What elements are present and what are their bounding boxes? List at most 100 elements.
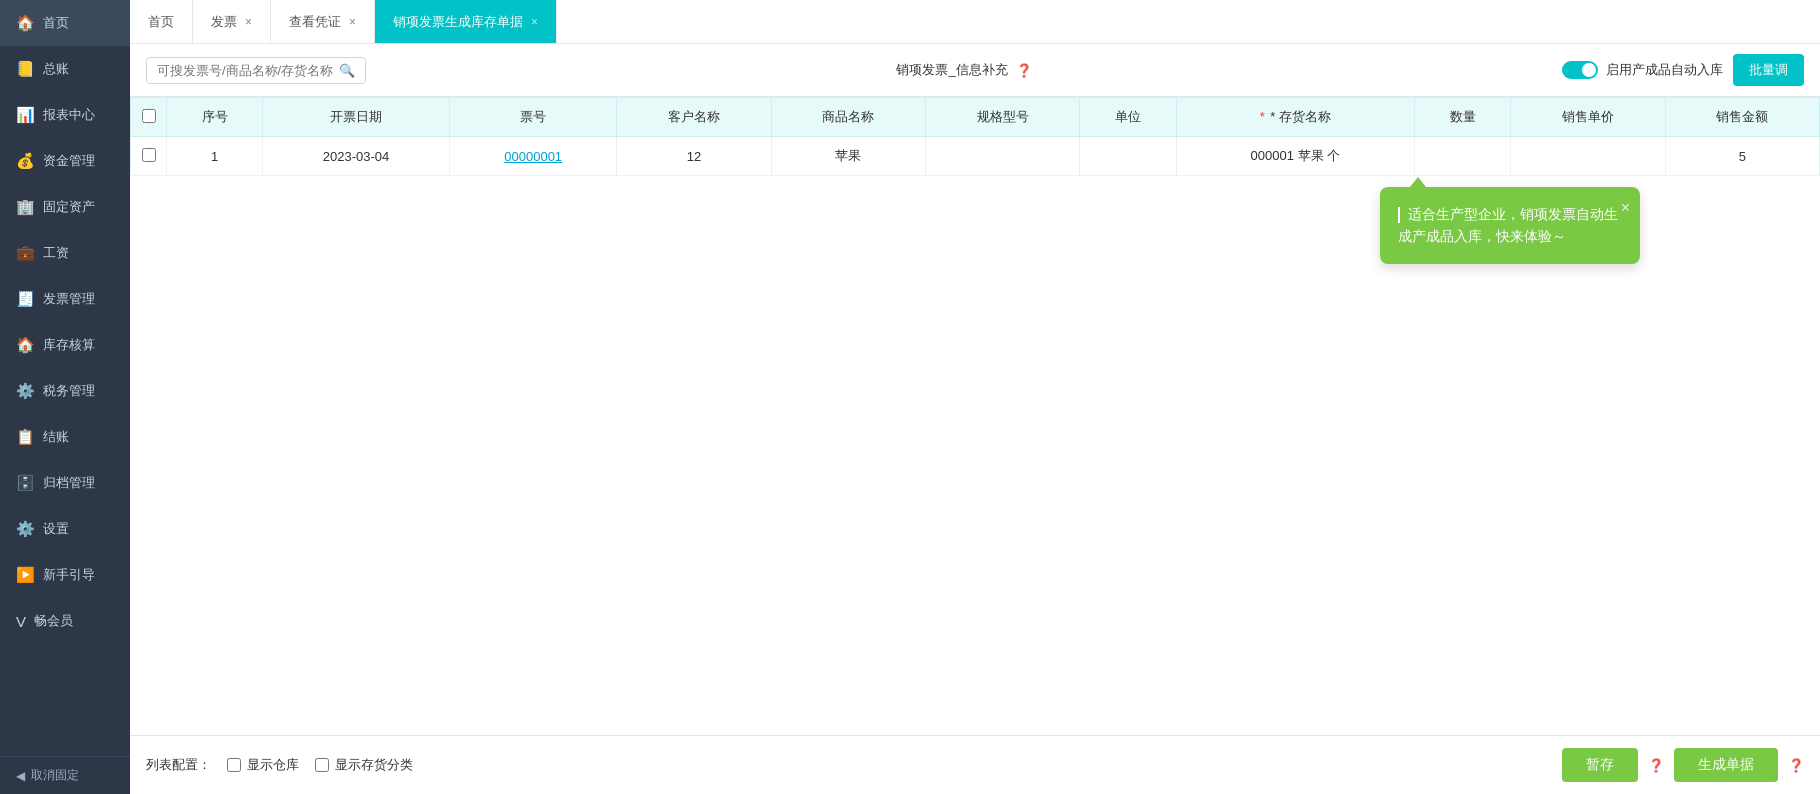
guide-icon: ▶️ — [16, 566, 35, 584]
show-warehouse-label[interactable]: 显示仓库 — [227, 756, 299, 774]
show-category-label[interactable]: 显示存货分类 — [315, 756, 413, 774]
sidebar-item-fixed-assets[interactable]: 🏢 固定资产 — [0, 184, 130, 230]
tab-home[interactable]: 首页 — [130, 0, 193, 43]
data-table: 序号 开票日期 票号 客户名称 商品名称 规格型号 单位 * * 存货名称 数量… — [130, 97, 1820, 176]
td-spec — [926, 137, 1080, 176]
sidebar-label-invoice-mgmt: 发票管理 — [43, 290, 95, 308]
inventory-icon: 🏠 — [16, 336, 35, 354]
sidebar-label-ledger: 总账 — [43, 60, 69, 78]
td-checkbox — [131, 137, 167, 176]
search-box[interactable]: 🔍 — [146, 57, 366, 84]
tab-stock-close[interactable]: × — [531, 15, 538, 29]
tab-home-label: 首页 — [148, 13, 174, 31]
reports-icon: 📊 — [16, 106, 35, 124]
th-inventory: * * 存货名称 — [1176, 98, 1414, 137]
row-checkbox[interactable] — [142, 148, 156, 162]
help-icon-generate[interactable]: ❓ — [1788, 758, 1804, 773]
td-unit-price[interactable] — [1511, 137, 1665, 176]
tab-voucher[interactable]: 查看凭证 × — [271, 0, 375, 43]
sidebar-label-home: 首页 — [43, 14, 69, 32]
sidebar-item-guide[interactable]: ▶️ 新手引导 — [0, 552, 130, 598]
th-date: 开票日期 — [263, 98, 450, 137]
td-customer: 12 — [617, 137, 771, 176]
generate-button[interactable]: 生成单据 — [1674, 748, 1778, 782]
td-date: 2023-03-04 — [263, 137, 450, 176]
main-area: 首页 发票 × 查看凭证 × 销项发票生成库存单据 × 🔍 销项发票_信息补充 … — [130, 0, 1820, 794]
th-checkbox — [131, 98, 167, 137]
search-input[interactable] — [157, 63, 333, 78]
sidebar-item-salary[interactable]: 💼 工资 — [0, 230, 130, 276]
help-icon-center[interactable]: ❓ — [1016, 63, 1032, 78]
fixed-assets-icon: 🏢 — [16, 198, 35, 216]
show-warehouse-text: 显示仓库 — [247, 756, 299, 774]
sidebar-label-inventory: 库存核算 — [43, 336, 95, 354]
toggle-area: 启用产成品自动入库 — [1562, 61, 1723, 79]
sidebar-label-guide: 新手引导 — [43, 566, 95, 584]
toolbar-left: 🔍 — [146, 57, 366, 84]
sidebar-item-reports[interactable]: 📊 报表中心 — [0, 92, 130, 138]
tooltip-popup: × 适合生产型企业，销项发票自动生成产成品入库，快来体验～ — [1380, 187, 1640, 264]
footer-actions: 暂存 ❓ 生成单据 ❓ — [1562, 748, 1804, 782]
sidebar-item-member[interactable]: V 畅会员 — [0, 598, 130, 644]
tab-stock[interactable]: 销项发票生成库存单据 × — [375, 0, 557, 43]
sidebar-item-archive[interactable]: 🗄️ 归档管理 — [0, 460, 130, 506]
sidebar-label-fixed-assets: 固定资产 — [43, 198, 95, 216]
td-inventory[interactable]: 000001 苹果 个 — [1176, 137, 1414, 176]
toggle-label: 启用产成品自动入库 — [1606, 61, 1723, 79]
th-unit: 单位 — [1080, 98, 1176, 137]
table-header-row: 序号 开票日期 票号 客户名称 商品名称 规格型号 单位 * * 存货名称 数量… — [131, 98, 1820, 137]
tab-invoice[interactable]: 发票 × — [193, 0, 271, 43]
auto-warehousing-toggle[interactable] — [1562, 61, 1598, 79]
th-spec: 规格型号 — [926, 98, 1080, 137]
show-warehouse-checkbox[interactable] — [227, 758, 241, 772]
show-category-checkbox[interactable] — [315, 758, 329, 772]
search-icon: 🔍 — [339, 63, 355, 78]
tab-voucher-close[interactable]: × — [349, 15, 356, 29]
tab-invoice-label: 发票 — [211, 13, 237, 31]
sidebar-item-inventory[interactable]: 🏠 库存核算 — [0, 322, 130, 368]
member-icon: V — [16, 613, 26, 630]
sidebar-item-home[interactable]: 🏠 首页 — [0, 0, 130, 46]
info-label: 销项发票_信息补充 — [896, 61, 1007, 79]
sidebar-item-invoice-mgmt[interactable]: 🧾 发票管理 — [0, 276, 130, 322]
td-quantity[interactable] — [1415, 137, 1511, 176]
sidebar-item-funds[interactable]: 💰 资金管理 — [0, 138, 130, 184]
invoice-mgmt-icon: 🧾 — [16, 290, 35, 308]
sidebar-bottom-unpin[interactable]: ◀ 取消固定 — [0, 756, 130, 794]
th-amount: 销售金额 — [1665, 98, 1819, 137]
content-area: 序号 开票日期 票号 客户名称 商品名称 规格型号 单位 * * 存货名称 数量… — [130, 97, 1820, 735]
th-seq: 序号 — [167, 98, 263, 137]
th-quantity: 数量 — [1415, 98, 1511, 137]
settings-icon: ⚙️ — [16, 520, 35, 538]
tab-stock-label: 销项发票生成库存单据 — [393, 13, 523, 31]
tab-invoice-close[interactable]: × — [245, 15, 252, 29]
ledger-icon: 📒 — [16, 60, 35, 78]
select-all-checkbox[interactable] — [142, 109, 156, 123]
sidebar-item-ledger[interactable]: 📒 总账 — [0, 46, 130, 92]
th-invoice-no: 票号 — [449, 98, 616, 137]
sidebar-item-settlement[interactable]: 📋 结账 — [0, 414, 130, 460]
sidebar-item-settings[interactable]: ⚙️ 设置 — [0, 506, 130, 552]
settlement-icon: 📋 — [16, 428, 35, 446]
sidebar-label-salary: 工资 — [43, 244, 69, 262]
save-button[interactable]: 暂存 — [1562, 748, 1638, 782]
sidebar-item-tax[interactable]: ⚙️ 税务管理 — [0, 368, 130, 414]
sidebar-label-funds: 资金管理 — [43, 152, 95, 170]
sidebar-label-settlement: 结账 — [43, 428, 69, 446]
table-row: 1 2023-03-04 00000001 12 苹果 000001 苹果 个 … — [131, 137, 1820, 176]
show-category-text: 显示存货分类 — [335, 756, 413, 774]
td-invoice-no[interactable]: 00000001 — [449, 137, 616, 176]
toolbar-center: 销项发票_信息补充 ❓ — [896, 61, 1031, 79]
toolbar: 🔍 销项发票_信息补充 ❓ 启用产成品自动入库 批量调 — [130, 44, 1820, 97]
unpin-icon: ◀ — [16, 769, 25, 783]
batch-button[interactable]: 批量调 — [1733, 54, 1804, 86]
th-customer: 客户名称 — [617, 98, 771, 137]
tax-icon: ⚙️ — [16, 382, 35, 400]
toolbar-right: 启用产成品自动入库 批量调 — [1562, 54, 1804, 86]
salary-icon: 💼 — [16, 244, 35, 262]
invoice-no-link[interactable]: 00000001 — [504, 149, 562, 164]
sidebar-bottom-label: 取消固定 — [31, 767, 79, 784]
footer: 列表配置： 显示仓库 显示存货分类 暂存 ❓ 生成单据 ❓ — [130, 735, 1820, 794]
help-icon-save[interactable]: ❓ — [1648, 758, 1664, 773]
tooltip-close-button[interactable]: × — [1621, 195, 1630, 221]
